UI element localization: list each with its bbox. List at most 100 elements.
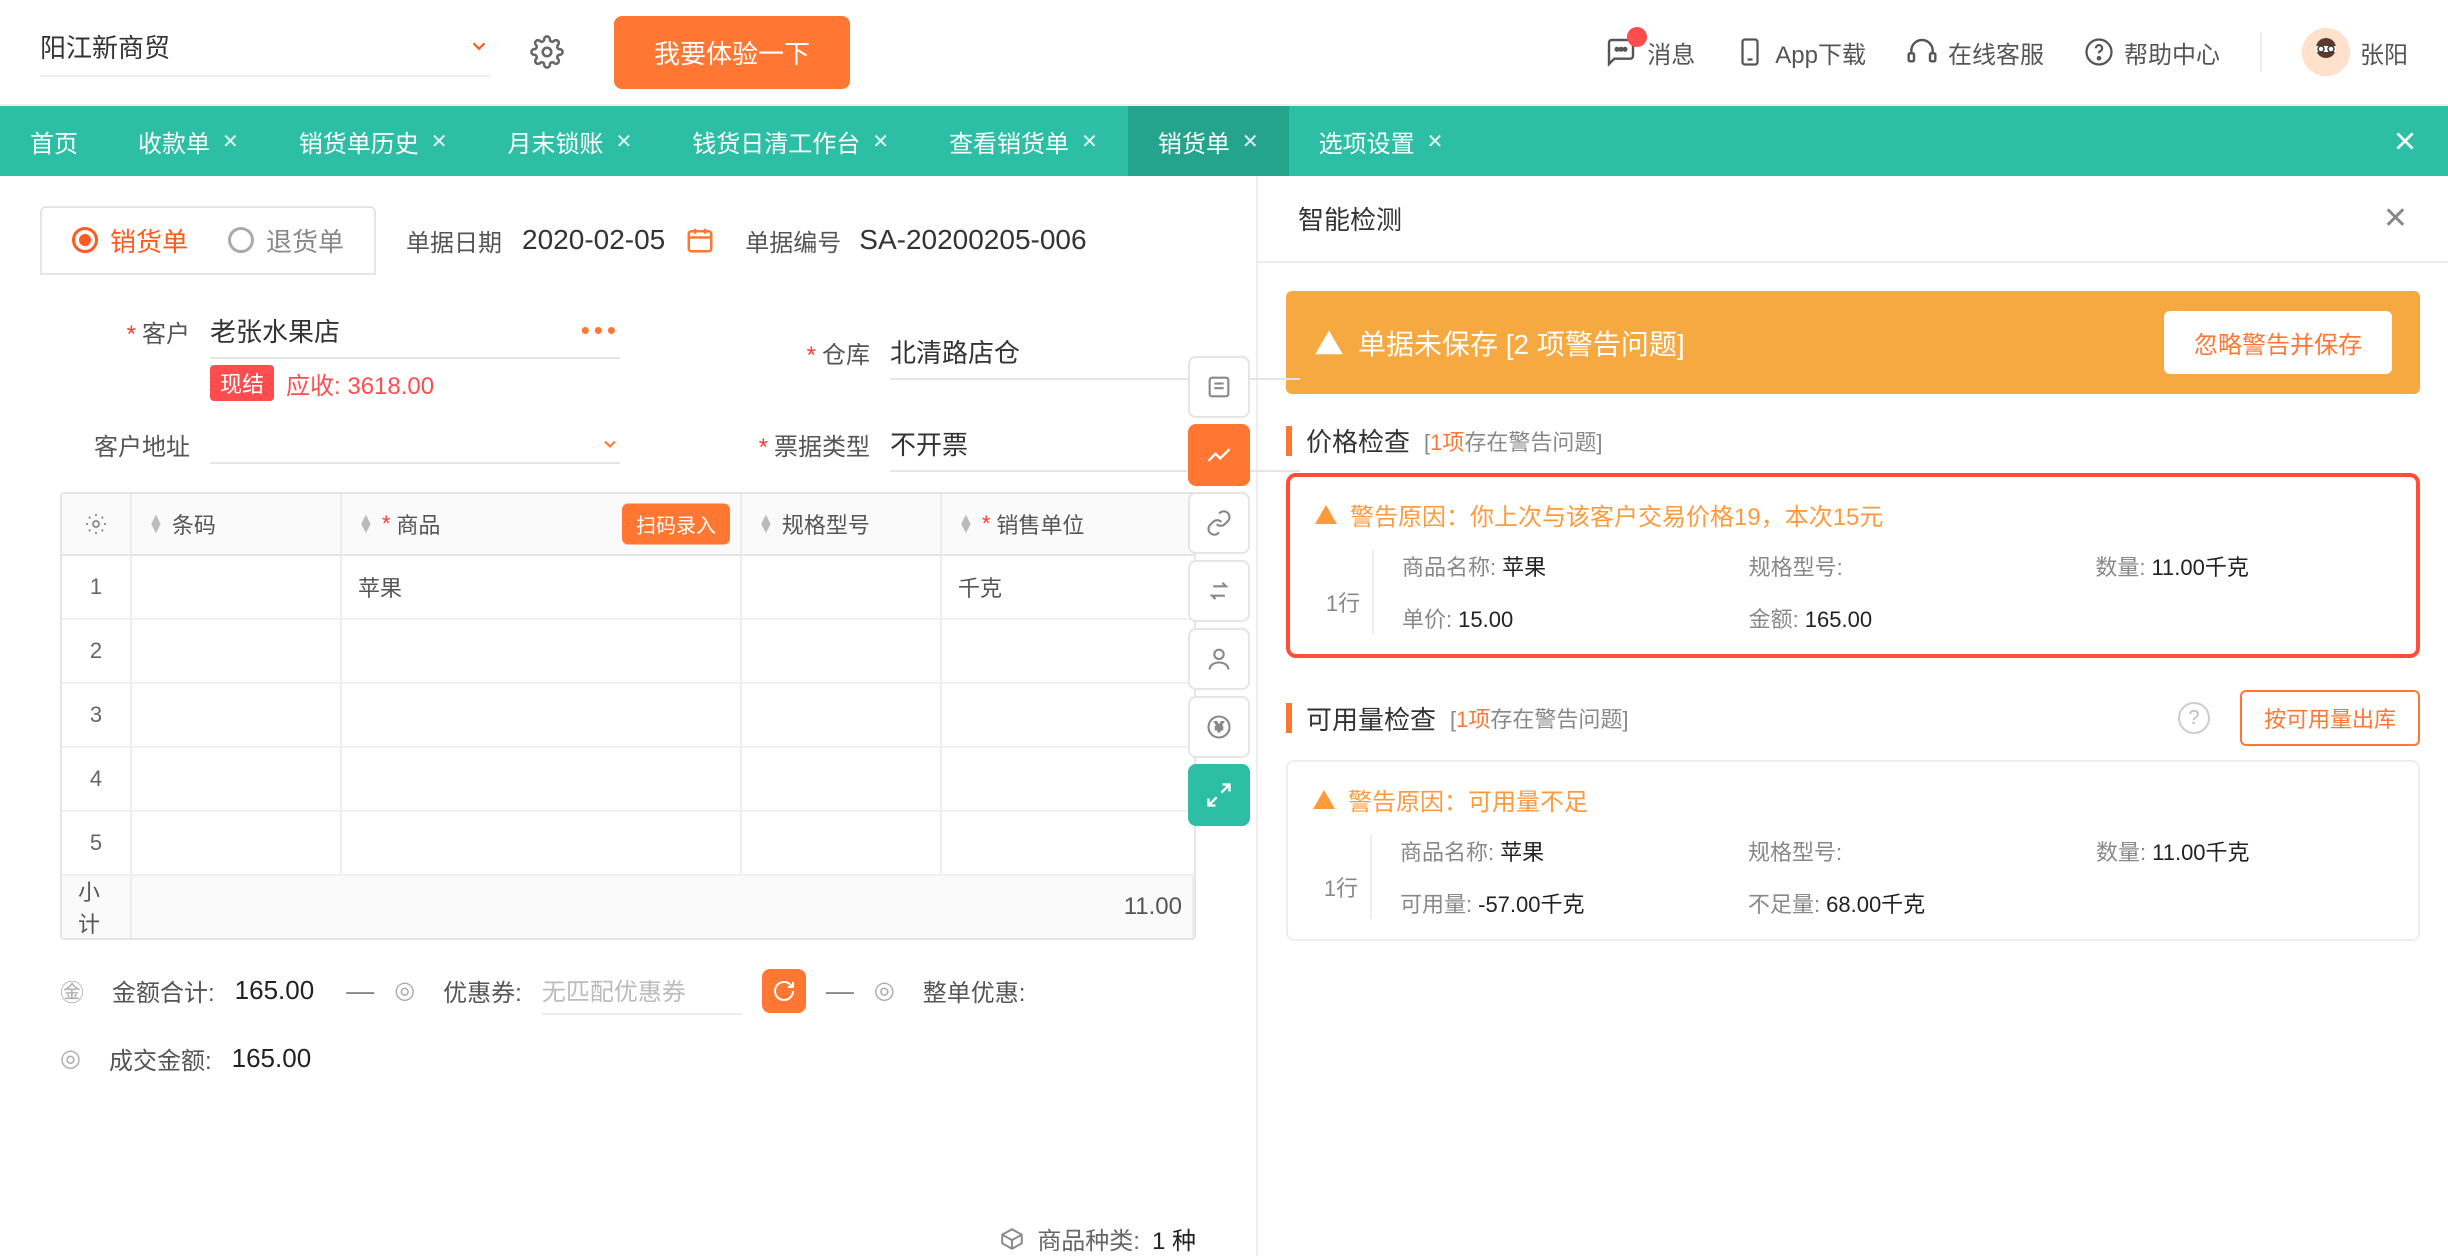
cell-barcode[interactable] <box>132 684 342 746</box>
close-icon[interactable]: ✕ <box>222 129 239 154</box>
cell-product[interactable]: 苹果 <box>342 556 742 618</box>
calendar-icon[interactable] <box>685 225 715 255</box>
col-spec[interactable]: ▲▼规格型号 <box>742 494 942 554</box>
kv-value: 苹果 <box>1502 555 1546 580</box>
col-product[interactable]: ▲▼*商品扫码录入 <box>342 494 742 554</box>
table-row[interactable]: 5 <box>62 812 1194 876</box>
tab-daily-clear[interactable]: 钱货日清工作台✕ <box>662 106 919 176</box>
gear-icon[interactable] <box>530 35 564 69</box>
col-barcode[interactable]: ▲▼条码 <box>132 494 342 554</box>
swap-icon[interactable] <box>1188 560 1250 622</box>
table-row[interactable]: 4 <box>62 748 1194 812</box>
more-icon[interactable]: ••• <box>581 315 620 346</box>
customer-address-field[interactable]: 客户地址 <box>60 417 620 472</box>
kv-key: 数量: <box>2095 555 2145 580</box>
help-icon[interactable]: ? <box>2178 702 2210 734</box>
org-selector[interactable]: 阳江新商贸 <box>40 28 490 77</box>
support-link[interactable]: 在线客服 <box>1906 35 2044 70</box>
cell-spec[interactable] <box>742 748 942 810</box>
tab-view-sales[interactable]: 查看销货单✕ <box>919 106 1128 176</box>
date-value[interactable]: 2020-02-05 <box>522 224 665 256</box>
col-unit[interactable]: ▲▼*销售单位 <box>942 494 1182 554</box>
cell-spec[interactable] <box>742 812 942 874</box>
cell-spec[interactable] <box>742 620 942 682</box>
cell-unit[interactable] <box>942 812 1182 874</box>
chevron-down-icon[interactable] <box>600 434 620 454</box>
tab-sales-order[interactable]: 销货单✕ <box>1128 106 1289 176</box>
cell-barcode[interactable] <box>132 556 342 618</box>
cell-barcode[interactable] <box>132 748 342 810</box>
divider <box>2260 32 2262 72</box>
user-menu[interactable]: 张阳 <box>2302 28 2408 76</box>
close-icon[interactable]: ✕ <box>431 129 448 154</box>
row-index: 1 <box>62 556 132 618</box>
ignore-save-button[interactable]: 忽略警告并保存 <box>2164 311 2392 374</box>
phone-icon <box>1735 37 1765 67</box>
availability-section: 可用量检查 [1项存在警告问题] ? 按可用量出库 警告原因：可用量不足 1行 … <box>1258 682 2448 965</box>
close-icon[interactable]: ✕ <box>1242 129 1259 154</box>
user-icon[interactable] <box>1188 628 1250 690</box>
cell-barcode[interactable] <box>132 620 342 682</box>
cell-product[interactable] <box>342 748 742 810</box>
warehouse-value: 北清路店仓 <box>890 333 1020 370</box>
table-row[interactable]: 3 <box>62 684 1194 748</box>
user-name: 张阳 <box>2360 35 2408 70</box>
use-available-button[interactable]: 按可用量出库 <box>2240 690 2420 746</box>
app-download-link[interactable]: App下载 <box>1735 35 1866 70</box>
chart-icon[interactable] <box>1188 424 1250 486</box>
try-button[interactable]: 我要体验一下 <box>614 16 850 89</box>
list-icon[interactable] <box>1188 356 1250 418</box>
messages-link[interactable]: 消息 <box>1605 35 1695 70</box>
coupon-input[interactable]: 无匹配优惠券 <box>542 966 742 1015</box>
scan-button[interactable]: 扫码录入 <box>622 504 730 545</box>
cell-barcode[interactable] <box>132 812 342 874</box>
link-icon[interactable] <box>1188 492 1250 554</box>
close-icon[interactable]: ✕ <box>1081 129 1098 154</box>
kv-key: 规格型号: <box>1749 555 1843 580</box>
close-icon[interactable]: ✕ <box>872 129 889 154</box>
doc-header: 销货单 退货单 单据日期 2020-02-05 单据编号 SA-20200205… <box>0 196 1256 284</box>
tab-sales-history[interactable]: 销货单历史✕ <box>269 106 478 176</box>
deal-icon: ◎ <box>60 1044 81 1073</box>
settings-column-icon[interactable] <box>62 494 132 554</box>
receivable-amount: 应收: 3618.00 <box>286 366 434 401</box>
table-row[interactable]: 2 <box>62 620 1194 684</box>
cell-spec[interactable] <box>742 556 942 618</box>
amount-value: 165.00 <box>235 975 315 1006</box>
radio-return-order[interactable]: 退货单 <box>228 222 344 259</box>
headset-icon <box>1906 36 1938 68</box>
cell-unit[interactable] <box>942 620 1182 682</box>
tab-month-lock[interactable]: 月末锁账✕ <box>478 106 663 176</box>
cell-spec[interactable] <box>742 684 942 746</box>
tab-receipt[interactable]: 收款单✕ <box>108 106 269 176</box>
col-label: 销售单位 <box>996 508 1084 540</box>
currency-icon[interactable]: ¥ <box>1188 696 1250 758</box>
sort-icon: ▲▼ <box>958 515 974 533</box>
cell-unit[interactable] <box>942 684 1182 746</box>
doc-type-selector: 销货单 退货单 <box>40 206 376 275</box>
tab-home[interactable]: 首页 <box>0 106 108 176</box>
kv-key: 数量: <box>2096 840 2146 865</box>
cell-product[interactable] <box>342 812 742 874</box>
close-all-tabs[interactable] <box>2362 106 2448 176</box>
radio-sale-order[interactable]: 销货单 <box>72 222 188 259</box>
kv-value: 11.00千克 <box>2152 840 2249 865</box>
cell-unit[interactable]: 千克 <box>942 556 1182 618</box>
price-check-section: 价格检查 [1项存在警告问题] 警告原因：你上次与该客户交易价格19，本次15元… <box>1258 414 2448 682</box>
svg-text:¥: ¥ <box>1214 719 1223 735</box>
cell-unit[interactable] <box>942 748 1182 810</box>
tab-options[interactable]: 选项设置✕ <box>1289 106 1474 176</box>
warning-icon <box>1312 788 1336 812</box>
cell-product[interactable] <box>342 620 742 682</box>
close-icon[interactable]: ✕ <box>1427 129 1444 154</box>
refresh-icon[interactable] <box>762 969 806 1013</box>
table-row[interactable]: 1 苹果 千克 <box>62 556 1194 620</box>
col-label: 规格型号 <box>782 508 870 540</box>
expand-icon[interactable] <box>1188 764 1250 826</box>
tab-label: 首页 <box>30 124 78 159</box>
cell-product[interactable] <box>342 684 742 746</box>
close-icon[interactable]: ✕ <box>616 129 633 154</box>
customer-field[interactable]: *客户 老张水果店••• <box>60 304 620 359</box>
close-icon[interactable]: ✕ <box>2383 201 2408 236</box>
help-link[interactable]: 帮助中心 <box>2084 35 2220 70</box>
